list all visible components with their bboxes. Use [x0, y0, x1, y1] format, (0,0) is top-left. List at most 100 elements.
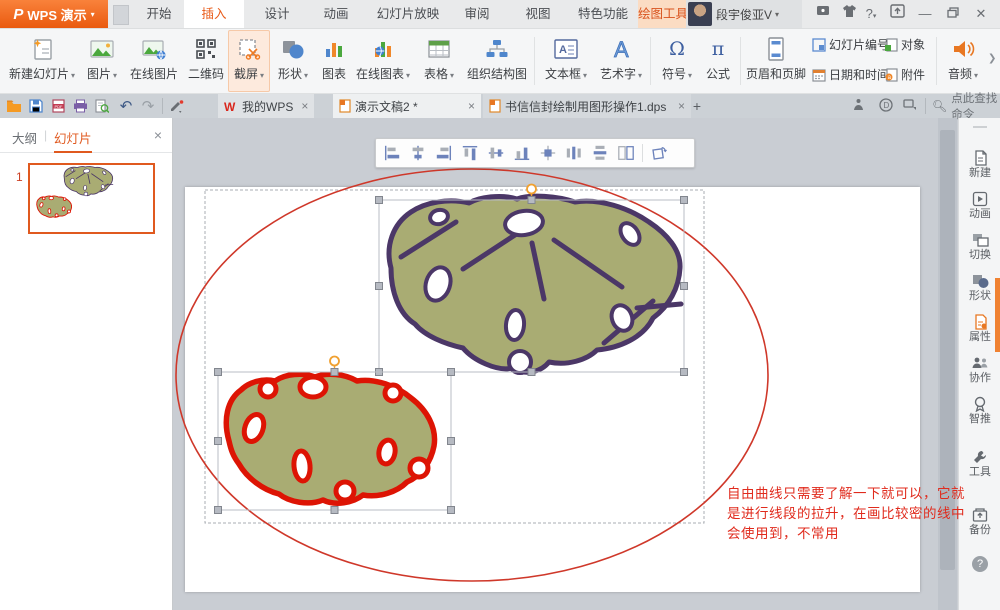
ribbon-tab-home[interactable]: 开始: [137, 0, 181, 28]
new-slide-icon: [6, 31, 78, 67]
ribbon-tab-design[interactable]: 设计: [255, 0, 299, 28]
qr-code-button[interactable]: 二维码: [186, 31, 226, 91]
ribbon-tab-view[interactable]: 视图: [516, 0, 560, 28]
ribbon-more-icon[interactable]: ❯: [988, 53, 996, 64]
table-button[interactable]: 表格: [417, 31, 461, 91]
sidebar-item-animation[interactable]: 动画: [959, 191, 1000, 221]
distribute-h-icon[interactable]: [561, 141, 587, 165]
ribbon-tab-special-features[interactable]: 特色功能: [571, 0, 635, 28]
divider: |: [44, 128, 47, 142]
slide-number-button[interactable]: 幻灯片编号: [812, 37, 889, 53]
sidebar-expand-handle[interactable]: [995, 278, 1000, 352]
slide-thumbnail[interactable]: [28, 163, 155, 234]
online-picture-button[interactable]: 在线图片: [126, 31, 182, 91]
svg-text:A: A: [614, 37, 629, 62]
table-icon: [417, 31, 461, 67]
message-icon[interactable]: [810, 0, 836, 28]
animation-icon: [959, 191, 1000, 208]
close-panel-icon[interactable]: ×: [154, 127, 162, 143]
user-account[interactable]: 段宇俊亚V ▾: [686, 0, 802, 28]
sidebar-item-transition[interactable]: 切换: [959, 232, 1000, 262]
rotate-shape-icon[interactable]: [646, 141, 672, 165]
formula-button[interactable]: π 公式: [700, 31, 736, 91]
svg-text:A: A: [559, 44, 567, 56]
sidebar-item-shapes[interactable]: 形状: [959, 273, 1000, 303]
redo-icon[interactable]: ↷: [139, 97, 157, 115]
org-chart-icon: [464, 31, 530, 67]
close-tab-icon[interactable]: ×: [678, 99, 685, 113]
center-in-slide-icon[interactable]: [535, 141, 561, 165]
org-chart-button[interactable]: 组织结构图: [464, 31, 530, 91]
align-right-icon[interactable]: [431, 141, 457, 165]
text-box-button[interactable]: A 文本框: [540, 31, 592, 91]
save-icon[interactable]: [27, 97, 45, 115]
ribbon-divider: [534, 37, 535, 85]
print-icon[interactable]: [71, 97, 89, 115]
skin-icon[interactable]: [836, 0, 862, 28]
user-name: 段宇俊亚V: [716, 6, 772, 23]
align-center-h-icon[interactable]: [405, 141, 431, 165]
header-footer-button[interactable]: 页眉和页脚: [745, 31, 807, 91]
share-icon[interactable]: [850, 98, 866, 114]
slide-panel: 大纲 | 幻灯片 × 1: [0, 118, 173, 610]
undo-icon[interactable]: ↶: [117, 97, 135, 115]
symbol-button[interactable]: Ω 符号: [656, 31, 698, 91]
shapes-button[interactable]: 形状: [272, 31, 314, 91]
attachment-button[interactable]: a 附件: [884, 67, 925, 83]
print-preview-icon[interactable]: [93, 97, 111, 115]
object-button[interactable]: 对象: [884, 37, 925, 53]
open-file-icon[interactable]: [5, 97, 23, 115]
ribbon-divider: [936, 37, 937, 85]
close-tab-icon[interactable]: ×: [301, 99, 308, 113]
word-art-button[interactable]: A 艺术字: [595, 31, 647, 91]
picture-button[interactable]: 图片: [82, 31, 122, 91]
text-box-icon: A: [540, 31, 592, 67]
close-button[interactable]: ✕: [968, 0, 994, 28]
minimize-button[interactable]: —: [912, 0, 938, 28]
equal-size-icon[interactable]: [613, 141, 639, 165]
ribbon-tab-drawing-tools[interactable]: 绘图工具: [638, 0, 688, 28]
distribute-v-icon[interactable]: [587, 141, 613, 165]
ribbon-tab-insert[interactable]: 插入: [184, 0, 244, 28]
feedback-icon[interactable]: [884, 0, 910, 28]
sidebar-drag-handle[interactable]: [973, 126, 987, 128]
sidebar-item-smart-recommend[interactable]: 智推: [959, 396, 1000, 426]
tab-letter-envelope-doc[interactable]: 书信信封绘制用图形操作1.dps * ×: [483, 94, 691, 118]
align-left-icon[interactable]: [379, 141, 405, 165]
export-pdf-icon[interactable]: PDF: [49, 97, 67, 115]
quick-access-icon[interactable]: [113, 5, 129, 25]
chart-button[interactable]: 图表: [317, 31, 351, 91]
align-bottom-icon[interactable]: [509, 141, 535, 165]
help-icon[interactable]: ?▾: [860, 0, 882, 28]
ribbon-tab-animation[interactable]: 动画: [314, 0, 358, 28]
tab-outline[interactable]: 大纲: [12, 128, 37, 147]
close-tab-icon[interactable]: ×: [468, 99, 475, 113]
align-middle-v-icon[interactable]: [483, 141, 509, 165]
app-logo[interactable]: P WPS 演示 ▾: [0, 0, 108, 28]
date-time-button[interactable]: 日期和时间: [812, 67, 889, 83]
command-search[interactable]: 🔍︎ 点此查找命令: [932, 94, 1000, 118]
divider: [642, 144, 643, 162]
help-circle-icon[interactable]: ?: [972, 556, 988, 572]
ribbon-tab-slideshow[interactable]: 幻灯片放映: [368, 0, 448, 28]
workspace-icon[interactable]: [902, 98, 918, 114]
ribbon-tab-review[interactable]: 审阅: [455, 0, 499, 28]
docer-icon[interactable]: D: [878, 98, 894, 114]
sidebar-item-new[interactable]: 新建: [959, 150, 1000, 180]
tab-presentation2[interactable]: 演示文稿2 * ×: [333, 94, 481, 118]
sidebar-item-tools[interactable]: 工具: [959, 449, 1000, 479]
tools-icon: [959, 449, 1000, 466]
restore-button[interactable]: [940, 0, 966, 28]
audio-button[interactable]: 音频: [942, 31, 984, 91]
annotation-text: 自由曲线只需要了解一下就可以，它就 是进行线段的拉升，在画比较密的线中 会使用到…: [727, 484, 999, 544]
online-chart-button[interactable]: 在线图表: [353, 31, 413, 91]
screenshot-button[interactable]: 截屏: [228, 30, 270, 92]
tab-my-wps[interactable]: W 我的WPS ×: [218, 94, 314, 118]
align-top-icon[interactable]: [457, 141, 483, 165]
new-slide-button[interactable]: 新建幻灯片: [6, 31, 78, 91]
customize-quickbar-icon[interactable]: [168, 97, 186, 115]
sidebar-item-collaborate[interactable]: 协作: [959, 355, 1000, 385]
new-tab-button[interactable]: +: [688, 97, 706, 115]
transition-icon: [959, 232, 1000, 249]
tab-slides[interactable]: 幻灯片: [54, 128, 92, 153]
